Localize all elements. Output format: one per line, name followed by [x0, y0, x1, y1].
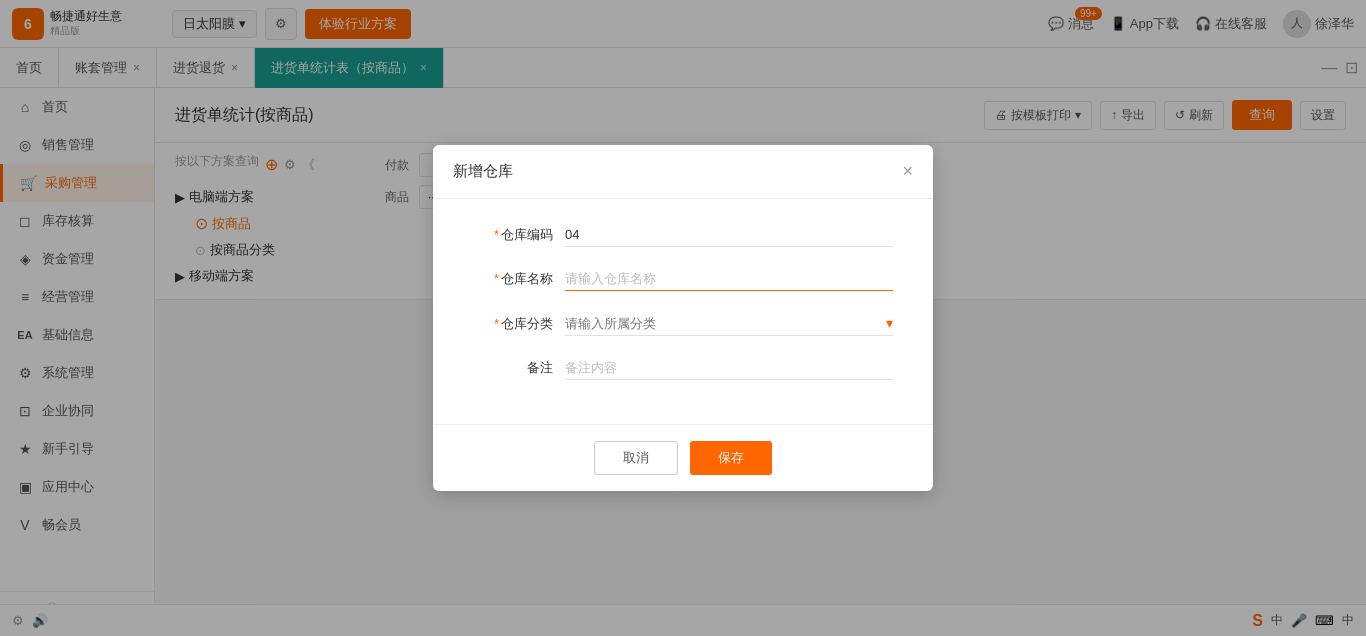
warehouse-name-label: 仓库名称	[473, 270, 553, 288]
warehouse-category-select[interactable]: ▾	[565, 311, 893, 336]
modal-footer: 取消 保存	[433, 424, 933, 491]
remarks-row: 备注	[473, 356, 893, 380]
category-dropdown-icon[interactable]: ▾	[886, 315, 893, 331]
warehouse-code-input[interactable]	[565, 223, 893, 247]
modal-header: 新增仓库 ×	[433, 145, 933, 199]
warehouse-name-row: 仓库名称	[473, 267, 893, 291]
save-button[interactable]: 保存	[690, 441, 772, 475]
warehouse-category-row: 仓库分类 ▾	[473, 311, 893, 336]
warehouse-category-label: 仓库分类	[473, 315, 553, 333]
remarks-input[interactable]	[565, 356, 893, 380]
warehouse-name-input[interactable]	[565, 267, 893, 291]
modal-title: 新增仓库	[453, 162, 513, 181]
modal-body: 仓库编码 仓库名称 仓库分类 ▾ 备注	[433, 199, 933, 424]
warehouse-code-row: 仓库编码	[473, 223, 893, 247]
modal-overlay: 新增仓库 × 仓库编码 仓库名称 仓库分类 ▾	[0, 0, 1366, 636]
warehouse-code-label: 仓库编码	[473, 226, 553, 244]
cancel-button[interactable]: 取消	[594, 441, 678, 475]
add-warehouse-modal: 新增仓库 × 仓库编码 仓库名称 仓库分类 ▾	[433, 145, 933, 491]
modal-close-icon[interactable]: ×	[902, 161, 913, 182]
warehouse-category-input[interactable]	[565, 316, 886, 331]
remarks-label: 备注	[473, 359, 553, 377]
